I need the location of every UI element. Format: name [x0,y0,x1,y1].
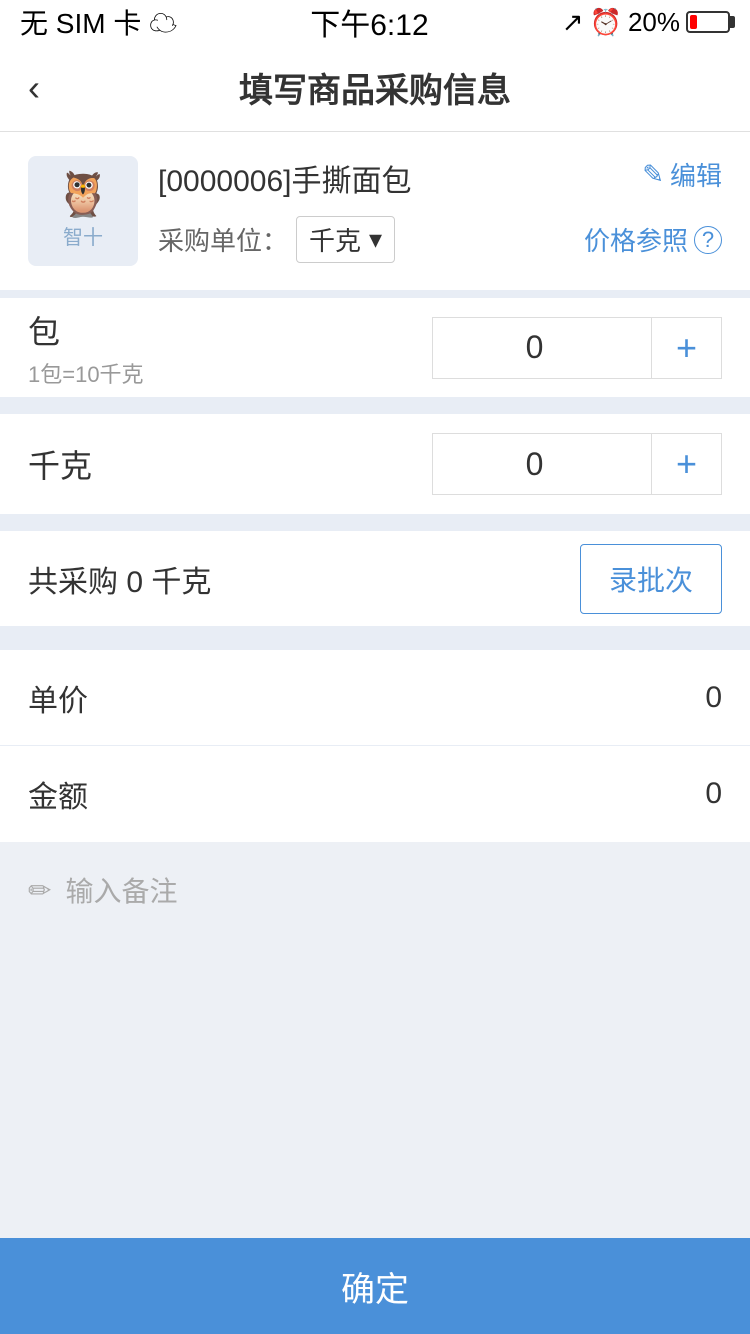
unit-price-value: 0 [705,681,722,715]
bao-input-row: 包 1包=10千克 + [0,298,750,398]
bao-plus-button[interactable]: + [652,317,722,379]
product-logo-text: 智十 [63,221,103,250]
price-ref-label: 价格参照 [584,221,688,258]
location-icon: ↗ [562,7,584,38]
total-text: 共采购 0 千克 [28,557,211,601]
battery-percent: 20% [628,7,680,38]
product-thumbnail: 🦉 智十 [28,156,138,266]
status-right: ↗ ⏰ 20% [562,7,730,38]
bao-label: 包 [28,307,148,353]
price-ref-help-icon[interactable]: ? [694,226,722,254]
bao-input[interactable] [432,317,652,379]
confirm-button-label: 确定 [341,1262,409,1311]
kg-label-group: 千克 [28,441,148,487]
kg-label: 千克 [28,441,148,487]
remark-placeholder: 输入备注 [65,870,177,910]
edit-link[interactable]: ✎ 编辑 [642,156,722,193]
status-bar: 无 SIM 卡 ☁ 下午6:12 ↗ ⏰ 20% [0,0,750,44]
bao-input-section: 包 1包=10千克 + [0,298,750,398]
product-logo-icon: 🦉 [56,173,111,217]
separator-1 [0,398,750,414]
kg-input[interactable] [432,433,652,495]
product-header: [0000006]手撕面包 ✎ 编辑 [158,156,722,200]
product-unit-row: 采购单位： 千克 ▾ 价格参照 ? [158,216,722,263]
status-time: 下午6:12 [310,0,428,44]
total-row: 共采购 0 千克 录批次 [0,530,750,626]
bao-label-group: 包 1包=10千克 [28,307,148,389]
unit-price-label: 单价 [28,676,88,720]
bao-input-right: + [432,317,722,379]
amount-row: 金额 0 [0,746,750,842]
alarm-icon: ⏰ [590,7,622,38]
unit-label: 采购单位： [158,221,288,258]
battery-icon [686,11,730,33]
sim-wifi-indicator: 无 SIM 卡 ☁ [20,2,177,42]
amount-label: 金额 [28,772,88,816]
product-info: [0000006]手撕面包 ✎ 编辑 采购单位： 千克 ▾ 价格参照 ? [158,156,722,263]
nav-bar: ‹ 填写商品采购信息 [0,44,750,132]
unit-select[interactable]: 千克 ▾ [296,216,395,263]
separator-2 [0,514,750,530]
kg-input-right: + [432,433,722,495]
amount-value: 0 [705,777,722,811]
kg-input-section: 千克 + [0,414,750,514]
unit-price-row: 单价 0 [0,650,750,746]
unit-dropdown-icon: ▾ [369,224,382,255]
product-name: [0000006]手撕面包 [158,156,411,200]
kg-input-row: 千克 + [0,414,750,514]
pricing-section: 单价 0 金额 0 [0,642,750,842]
bao-sub-label: 1包=10千克 [28,357,148,389]
remark-edit-icon: ✏ [28,874,51,907]
price-ref-link[interactable]: 价格参照 ? [584,221,722,258]
page-title: 填写商品采购信息 [239,63,511,112]
batch-button[interactable]: 录批次 [580,544,722,614]
remark-section[interactable]: ✏ 输入备注 [0,842,750,962]
kg-plus-button[interactable]: + [652,433,722,495]
back-button[interactable]: ‹ [28,67,40,109]
confirm-button[interactable]: 确定 [0,1238,750,1334]
product-card: 🦉 智十 [0000006]手撕面包 ✎ 编辑 采购单位： 千克 ▾ 价格参照 … [0,132,750,298]
unit-value: 千克 [309,221,361,258]
separator-3 [0,626,750,642]
status-left: 无 SIM 卡 ☁ [20,2,177,42]
edit-icon: ✎ [642,159,664,190]
